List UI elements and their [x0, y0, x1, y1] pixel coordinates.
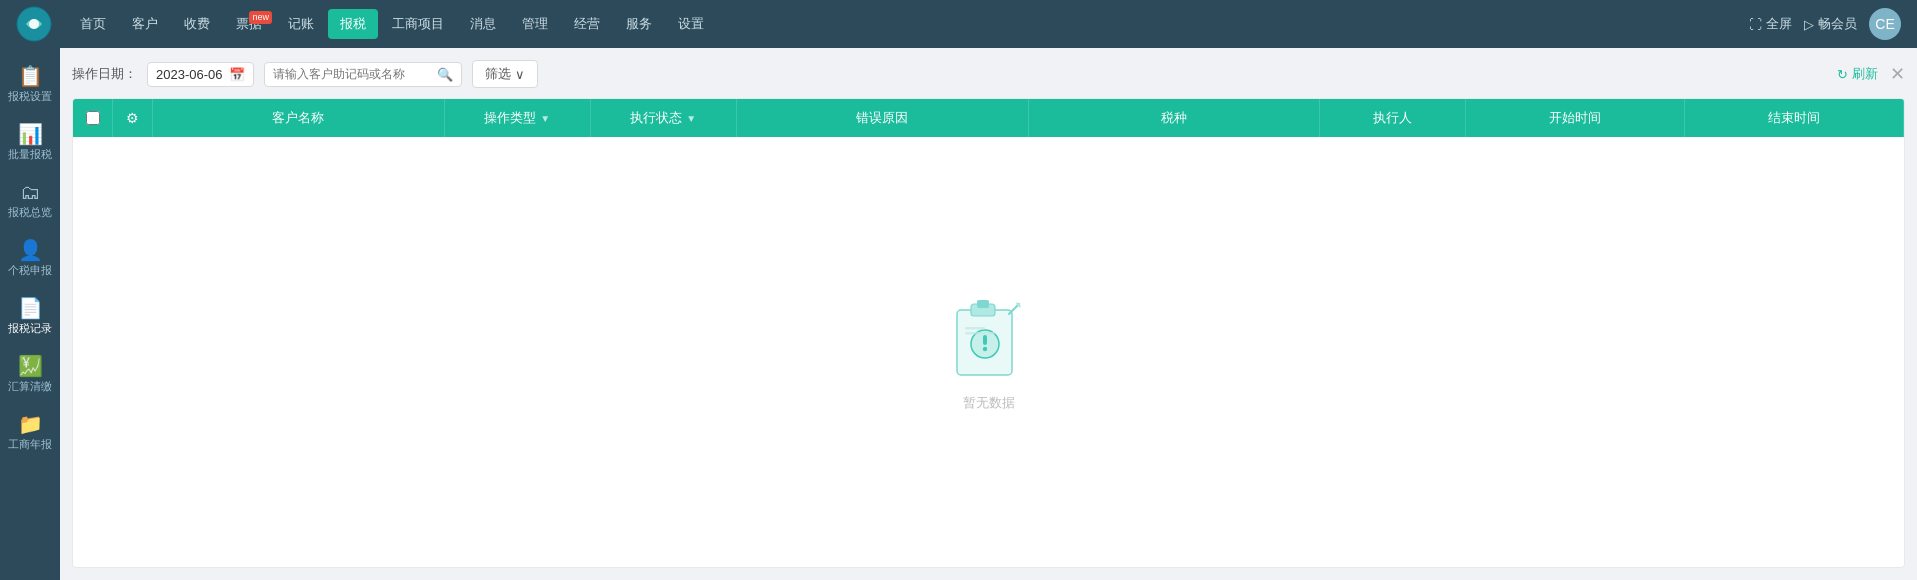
- settlement-icon: 💹: [18, 356, 43, 376]
- top-navigation: 首页客户收费票据new记账报税工商项目消息管理经营服务设置 ⛶ 全屏 ▷ 畅会员…: [0, 0, 1917, 48]
- search-box: 🔍: [264, 62, 462, 87]
- sidebar: 📋 报税设置 📊 批量报税 🗂 报税总览 👤 个税申报 📄 报税记录 💹 汇算清缴 📁 工商年报: [0, 48, 60, 580]
- nav-item-customer[interactable]: 客户: [120, 9, 170, 39]
- sidebar-item-label-tax-record: 报税记录: [8, 321, 52, 336]
- fullscreen-icon: ⛶: [1749, 17, 1762, 32]
- sidebar-items: 📋 报税设置 📊 批量报税 🗂 报税总览 👤 个税申报 📄 报税记录 💹 汇算清缴 📁 工商年报: [4, 56, 56, 462]
- exec-status-column-label: 执行状态: [630, 109, 682, 127]
- tax-type-column-header: 税种: [1029, 99, 1321, 137]
- tax-record-icon: 📄: [18, 298, 43, 318]
- fullscreen-button[interactable]: ⛶ 全屏: [1749, 15, 1792, 33]
- personal-tax-icon: 👤: [18, 240, 43, 260]
- content-area: 操作日期： 2023-06-06 📅 🔍 筛选 ∨ ↻ 刷新 ✕: [60, 48, 1917, 580]
- toolbar-right: ↻ 刷新 ✕: [1837, 65, 1905, 83]
- svg-rect-4: [977, 300, 989, 308]
- empty-text: 暂无数据: [963, 394, 1015, 412]
- sidebar-item-tax-record[interactable]: 📄 报税记录: [4, 288, 56, 346]
- avatar[interactable]: CE: [1869, 8, 1901, 40]
- executor-column-label: 执行人: [1373, 109, 1412, 127]
- svg-rect-6: [983, 335, 987, 345]
- date-picker[interactable]: 2023-06-06 📅: [147, 62, 254, 87]
- svg-rect-10: [965, 327, 985, 330]
- nav-item-invoice[interactable]: 票据new: [224, 9, 274, 39]
- customer-column-label: 客户名称: [272, 109, 324, 127]
- nav-item-billing[interactable]: 收费: [172, 9, 222, 39]
- empty-illustration: [949, 292, 1029, 382]
- date-value: 2023-06-06: [156, 67, 223, 82]
- refresh-icon: ↻: [1837, 67, 1848, 82]
- sidebar-item-personal-tax[interactable]: 👤 个税申报: [4, 230, 56, 288]
- nav-items: 首页客户收费票据new记账报税工商项目消息管理经营服务设置: [68, 9, 716, 39]
- exec-status-column-header: 执行状态 ▼: [591, 99, 737, 137]
- filter-button[interactable]: 筛选 ∨: [472, 60, 538, 88]
- close-button[interactable]: ✕: [1890, 65, 1905, 83]
- nav-item-operation[interactable]: 经营: [562, 9, 612, 39]
- video-icon: ▷: [1804, 17, 1814, 32]
- tax-type-column-label: 税种: [1161, 109, 1187, 127]
- sidebar-item-label-personal-tax: 个税申报: [8, 263, 52, 278]
- end-time-column-header: 结束时间: [1685, 99, 1904, 137]
- op-type-sort-icon[interactable]: ▼: [540, 113, 550, 124]
- refresh-button[interactable]: ↻ 刷新: [1837, 65, 1878, 83]
- op-type-column-header: 操作类型 ▼: [445, 99, 591, 137]
- error-reason-column-label: 错误原因: [856, 109, 908, 127]
- sidebar-item-tax-overview[interactable]: 🗂 报税总览: [4, 172, 56, 230]
- logo[interactable]: [16, 6, 52, 42]
- sidebar-item-label-tax-settings: 报税设置: [8, 89, 52, 104]
- sidebar-item-settlement[interactable]: 💹 汇算清缴: [4, 346, 56, 404]
- member-label: 畅会员: [1818, 15, 1857, 33]
- empty-state: 暂无数据: [949, 292, 1029, 412]
- customer-column-header: 客户名称: [153, 99, 445, 137]
- top-nav-right: ⛶ 全屏 ▷ 畅会员 CE: [1749, 8, 1901, 40]
- main-layout: 📋 报税设置 📊 批量报税 🗂 报税总览 👤 个税申报 📄 报税记录 💹 汇算清缴 📁 工商年报 操作日期…: [0, 48, 1917, 580]
- sidebar-item-batch-tax[interactable]: 📊 批量报税: [4, 114, 56, 172]
- chevron-down-icon: ∨: [515, 67, 525, 82]
- nav-item-business[interactable]: 工商项目: [380, 9, 456, 39]
- nav-item-service[interactable]: 服务: [614, 9, 664, 39]
- sidebar-item-label-annual-report: 工商年报: [8, 437, 52, 452]
- end-time-column-label: 结束时间: [1768, 109, 1820, 127]
- svg-point-7: [982, 347, 986, 351]
- table-header: ⚙ 客户名称 操作类型 ▼ 执行状态 ▼ 错误原因 税种: [73, 99, 1904, 137]
- member-button[interactable]: ▷ 畅会员: [1804, 15, 1857, 33]
- batch-tax-icon: 📊: [18, 124, 43, 144]
- table-body: 暂无数据: [73, 137, 1904, 567]
- annual-report-icon: 📁: [18, 414, 43, 434]
- date-label: 操作日期：: [72, 65, 137, 83]
- data-table: ⚙ 客户名称 操作类型 ▼ 执行状态 ▼ 错误原因 税种: [72, 98, 1905, 568]
- filter-label: 筛选: [485, 65, 511, 83]
- nav-item-settings[interactable]: 设置: [666, 9, 716, 39]
- executor-column-header: 执行人: [1320, 99, 1466, 137]
- nav-item-tax[interactable]: 报税: [328, 9, 378, 39]
- start-time-column-label: 开始时间: [1549, 109, 1601, 127]
- select-all-checkbox[interactable]: [86, 111, 100, 125]
- sidebar-item-annual-report[interactable]: 📁 工商年报: [4, 404, 56, 462]
- svg-point-1: [29, 19, 39, 29]
- sidebar-item-label-tax-overview: 报税总览: [8, 205, 52, 220]
- op-type-column-label: 操作类型: [484, 109, 536, 127]
- gear-column-header: ⚙: [113, 99, 153, 137]
- exec-status-sort-icon[interactable]: ▼: [686, 113, 696, 124]
- nav-item-accounting[interactable]: 记账: [276, 9, 326, 39]
- new-badge: new: [249, 11, 272, 24]
- checkbox-column-header: [73, 99, 113, 137]
- fullscreen-label: 全屏: [1766, 15, 1792, 33]
- sidebar-item-tax-settings[interactable]: 📋 报税设置: [4, 56, 56, 114]
- tax-settings-icon: 📋: [18, 66, 43, 86]
- nav-item-home[interactable]: 首页: [68, 9, 118, 39]
- error-reason-column-header: 错误原因: [737, 99, 1029, 137]
- calendar-icon: 📅: [229, 67, 245, 82]
- sidebar-item-label-settlement: 汇算清缴: [8, 379, 52, 394]
- toolbar: 操作日期： 2023-06-06 📅 🔍 筛选 ∨ ↻ 刷新 ✕: [72, 60, 1905, 88]
- search-icon[interactable]: 🔍: [437, 67, 453, 82]
- search-input[interactable]: [273, 67, 433, 81]
- refresh-label: 刷新: [1852, 65, 1878, 83]
- tax-overview-icon: 🗂: [20, 182, 40, 202]
- gear-icon[interactable]: ⚙: [126, 110, 139, 126]
- svg-rect-11: [965, 332, 995, 335]
- nav-item-message[interactable]: 消息: [458, 9, 508, 39]
- nav-item-manage[interactable]: 管理: [510, 9, 560, 39]
- start-time-column-header: 开始时间: [1466, 99, 1685, 137]
- sidebar-item-label-batch-tax: 批量报税: [8, 147, 52, 162]
